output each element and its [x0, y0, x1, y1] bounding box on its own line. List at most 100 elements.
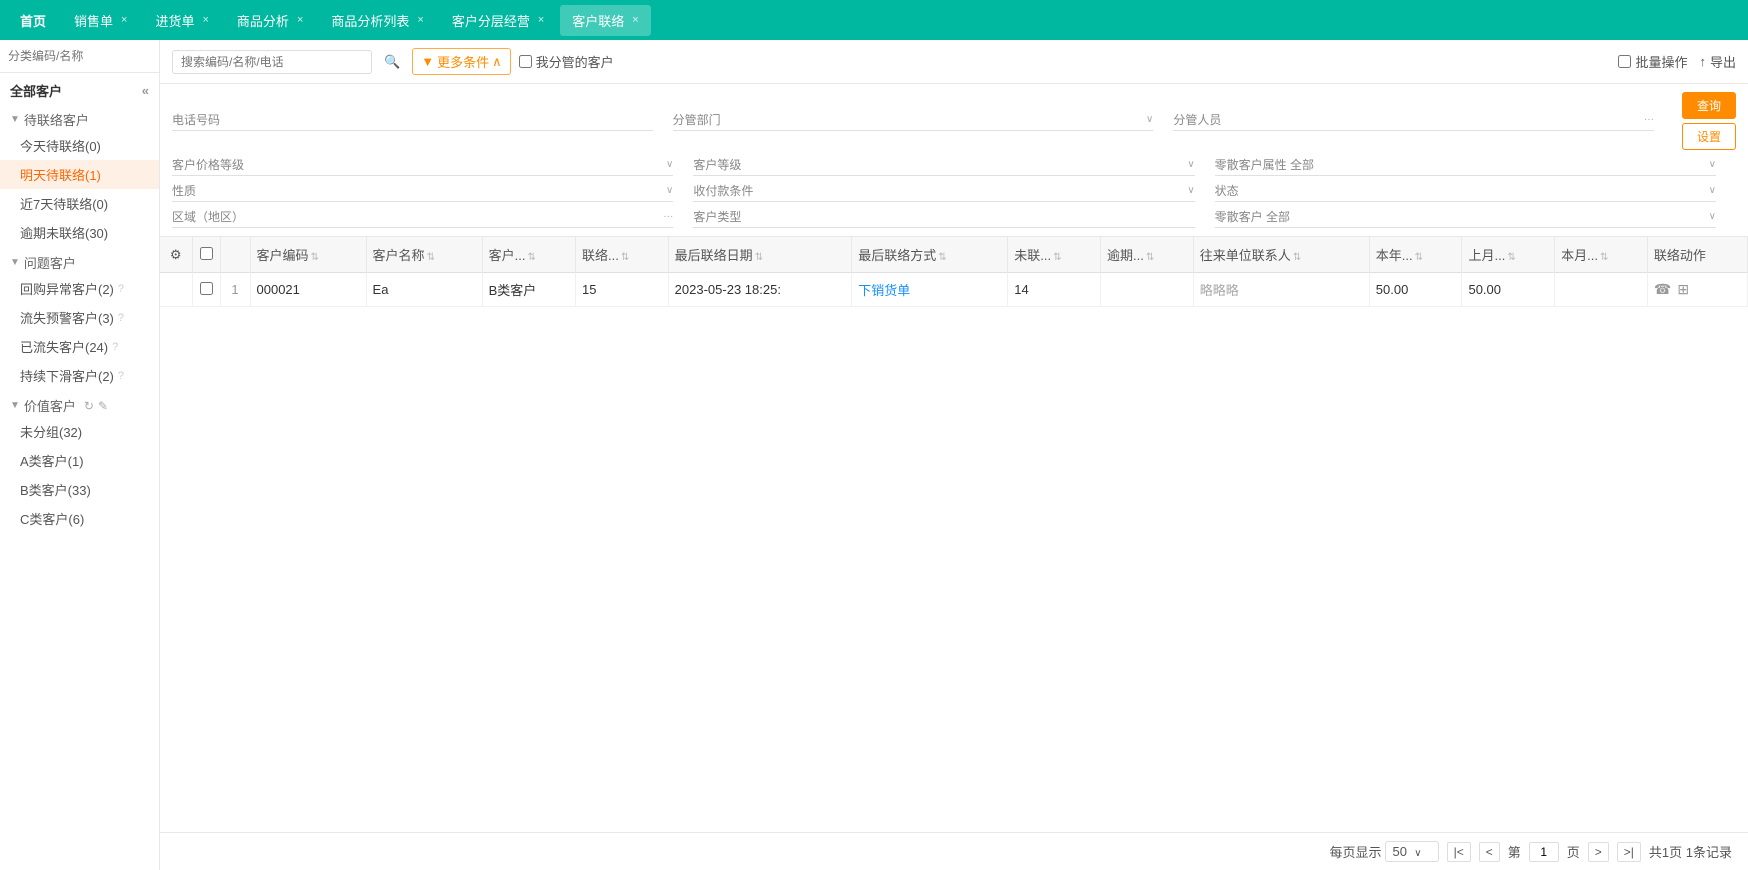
col-customer-type-sort[interactable]: ⇅ [527, 252, 535, 263]
col-customer-name[interactable]: 客户名称⇅ [366, 237, 482, 273]
nav-item-purchase[interactable]: 进货单 × [143, 5, 220, 36]
filter-retail-attr-arrow[interactable]: ∨ [1709, 159, 1716, 170]
col-last-month-sort[interactable]: ⇅ [1507, 252, 1515, 263]
row-action-phone-icon[interactable]: ☎ [1654, 281, 1671, 298]
nav-item-sales[interactable]: 销售单 × [62, 5, 139, 36]
col-last-month[interactable]: 上月...⇅ [1462, 237, 1555, 273]
filter-status-arrow[interactable]: ∨ [1709, 185, 1716, 196]
filter-field-person[interactable]: 分管人员 ··· [1173, 111, 1654, 131]
sidebar-item-repurchase-abnormal[interactable]: 回购异常客户(2) ? [0, 274, 159, 303]
filter-field-customer-type[interactable]: 客户类型 [693, 208, 1194, 228]
row-contact-method-link[interactable]: 下销货单 [858, 283, 910, 298]
col-customer-code-sort[interactable]: ⇅ [311, 252, 319, 263]
page-next-btn[interactable]: > [1588, 842, 1609, 862]
col-customer-name-sort[interactable]: ⇅ [427, 252, 435, 263]
settings-button[interactable]: 设置 [1682, 123, 1736, 150]
batch-op-btn[interactable]: 批量操作 [1618, 52, 1687, 71]
page-last-btn[interactable]: >| [1617, 842, 1641, 862]
sidebar-item-loss-warning[interactable]: 流失预警客户(3) ? [0, 303, 159, 332]
col-contact-count[interactable]: 联络...⇅ [575, 237, 668, 273]
sidebar-item-classC[interactable]: C类客户(6) [0, 504, 159, 533]
nav-item-goods-analysis[interactable]: 商品分析 × [225, 5, 315, 36]
nav-close-sales[interactable]: × [121, 14, 127, 26]
export-btn[interactable]: ↑ 导出 [1699, 52, 1736, 71]
my-customers-check[interactable]: 我分管的客户 [519, 52, 614, 71]
filter-field-nature[interactable]: 性质 ∨ [172, 182, 673, 202]
filter-field-retail-attr[interactable]: 零散客户属性 全部 ∨ [1215, 156, 1716, 176]
col-contact-count-sort[interactable]: ⇅ [621, 252, 629, 263]
page-first-btn[interactable]: |< [1447, 842, 1471, 862]
sidebar-search-input[interactable] [8, 49, 160, 63]
filter-field-region[interactable]: 区域（地区） ··· [172, 208, 673, 228]
nav-item-customer-contact[interactable]: 客户联络 × [560, 5, 650, 36]
nav-item-goods-list[interactable]: 商品分析列表 × [319, 5, 435, 36]
nav-item-customer-segment[interactable]: 客户分层经营 × [440, 5, 556, 36]
sidebar-item-classA[interactable]: A类客户(1) [0, 446, 159, 475]
sidebar-item-overdue[interactable]: 逾期未联络(30) [0, 218, 159, 247]
filter-customer-grade-arrow[interactable]: ∨ [1187, 159, 1194, 170]
col-last-contact-date[interactable]: 最后联络日期⇅ [668, 237, 852, 273]
filter-search-button[interactable]: 🔍 [380, 50, 404, 74]
row-last-contact-method[interactable]: 下销货单 [852, 273, 1008, 307]
col-customer-code[interactable]: 客户编码⇅ [250, 237, 366, 273]
filter-search-input[interactable] [172, 50, 372, 74]
nav-close-goods-analysis[interactable]: × [297, 14, 303, 26]
sidebar-item-classB[interactable]: B类客户(33) [0, 475, 159, 504]
col-this-year[interactable]: 本年...⇅ [1369, 237, 1462, 273]
sidebar-item-ungrouped[interactable]: 未分组(32) [0, 417, 159, 446]
row-check[interactable] [192, 273, 220, 307]
filter-field-retail-customer[interactable]: 零散客户 全部 ∨ [1215, 208, 1716, 228]
sidebar-collapse-icon[interactable]: « [142, 83, 149, 98]
filter-price-grade-arrow[interactable]: ∨ [666, 159, 673, 170]
filter-field-phone[interactable]: 电话号码 [172, 111, 653, 131]
col-last-contact-method[interactable]: 最后联络方式⇅ [852, 237, 1008, 273]
row-action-grid-icon[interactable]: ⊞ [1677, 281, 1689, 298]
col-gear[interactable]: ⚙ [160, 237, 192, 273]
col-unlinked[interactable]: 未联...⇅ [1008, 237, 1101, 273]
col-this-month-sort[interactable]: ⇅ [1600, 252, 1608, 263]
filter-field-payment[interactable]: 收付款条件 ∨ [693, 182, 1194, 202]
col-unit-contact[interactable]: 往来单位联系人⇅ [1193, 237, 1369, 273]
query-button[interactable]: 查询 [1682, 92, 1736, 119]
col-this-year-sort[interactable]: ⇅ [1415, 252, 1423, 263]
nav-home[interactable]: 首页 [8, 5, 58, 36]
sidebar-all-customers-header[interactable]: 全部客户 « [0, 73, 159, 104]
filter-person-dots[interactable]: ··· [1644, 114, 1654, 125]
sidebar-item-7days[interactable]: 近7天待联络(0) [0, 189, 159, 218]
col-last-contact-date-sort[interactable]: ⇅ [755, 252, 763, 263]
nav-close-customer-segment[interactable]: × [538, 14, 544, 26]
filter-nature-arrow[interactable]: ∨ [666, 185, 673, 196]
row-customer-name[interactable]: Ea [366, 273, 482, 307]
filter-field-customer-grade[interactable]: 客户等级 ∨ [693, 156, 1194, 176]
col-unlinked-sort[interactable]: ⇅ [1053, 252, 1061, 263]
filter-dept-arrow[interactable]: ∨ [1146, 114, 1153, 125]
col-check[interactable] [192, 237, 220, 273]
nav-close-goods-list[interactable]: × [417, 14, 423, 26]
page-size-value[interactable]: 50 ∨ [1385, 841, 1438, 862]
sidebar-item-tomorrow[interactable]: 明天待联络(1) [0, 160, 159, 189]
filter-retail-customer-arrow[interactable]: ∨ [1709, 211, 1716, 222]
sidebar-group-value-refresh[interactable]: ↻ [84, 399, 94, 413]
col-overdue-sort[interactable]: ⇅ [1146, 252, 1154, 263]
my-customers-checkbox[interactable] [519, 55, 532, 68]
sidebar-item-declining[interactable]: 持续下滑客户(2) ? [0, 361, 159, 390]
col-this-month[interactable]: 本月...⇅ [1555, 237, 1648, 273]
col-overdue[interactable]: 逾期...⇅ [1100, 237, 1193, 273]
sidebar-item-lost[interactable]: 已流失客户(24) ? [0, 332, 159, 361]
sidebar-group-value-edit[interactable]: ✎ [98, 399, 108, 413]
col-unit-contact-sort[interactable]: ⇅ [1293, 252, 1301, 263]
more-conditions-btn[interactable]: ▼ 更多条件 ∧ [412, 48, 510, 75]
batch-op-checkbox[interactable] [1618, 55, 1631, 68]
row-checkbox[interactable] [200, 282, 213, 295]
filter-payment-arrow[interactable]: ∨ [1187, 185, 1194, 196]
nav-close-customer-contact[interactable]: × [632, 14, 638, 26]
filter-field-price-grade[interactable]: 客户价格等级 ∨ [172, 156, 673, 176]
page-number-input[interactable] [1529, 842, 1559, 862]
filter-field-status[interactable]: 状态 ∨ [1215, 182, 1716, 202]
row-customer-code[interactable]: 000021 [250, 273, 366, 307]
filter-region-dots[interactable]: ··· [663, 211, 673, 222]
filter-field-dept[interactable]: 分管部门 ∨ [673, 111, 1154, 131]
page-prev-btn[interactable]: < [1479, 842, 1500, 862]
col-last-contact-method-sort[interactable]: ⇅ [938, 252, 946, 263]
col-customer-type[interactable]: 客户...⇅ [482, 237, 575, 273]
